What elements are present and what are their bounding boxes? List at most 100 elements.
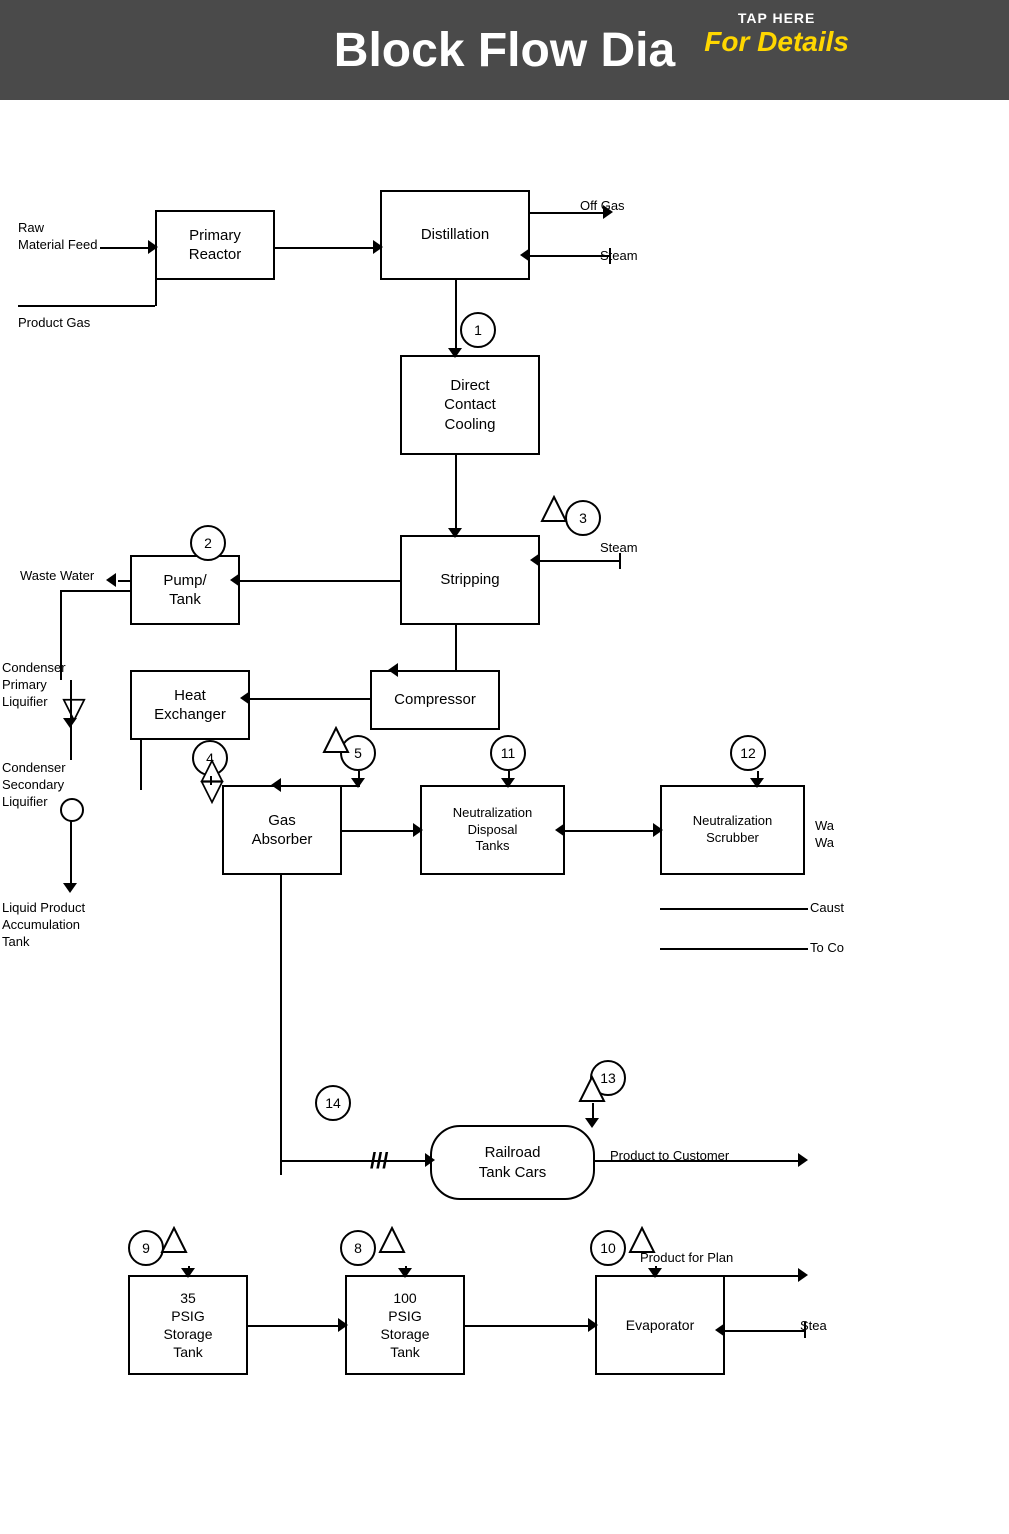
arrow-c11-to-nd bbox=[501, 778, 515, 788]
valve-circle9 bbox=[160, 1226, 188, 1259]
mixer-left-1 bbox=[60, 798, 84, 822]
line-pump-left bbox=[60, 590, 130, 592]
primary-reactor-box: PrimaryReactor bbox=[155, 210, 275, 280]
line-ga-to-nd bbox=[342, 830, 420, 832]
line-reactor-to-dist1 bbox=[275, 247, 380, 249]
line-steam3 bbox=[725, 1330, 805, 1332]
hline-c5-to-ga bbox=[282, 785, 360, 787]
hline-strip-to-comp bbox=[400, 670, 457, 672]
circle-1: 1 bbox=[460, 312, 496, 348]
arrow-c13-to-rtc bbox=[585, 1118, 599, 1128]
storage-100-box: 100PSIGStorageTank bbox=[345, 1275, 465, 1375]
arrow-c8-to-100 bbox=[398, 1268, 412, 1278]
line-35-to-100 bbox=[248, 1325, 345, 1327]
steam3-tbar bbox=[804, 1322, 806, 1338]
arrow-off-gas bbox=[603, 205, 613, 219]
arrow-c10-to-evap bbox=[648, 1268, 662, 1278]
line-steam2 bbox=[540, 560, 620, 562]
arrow-c5-to-ga bbox=[271, 778, 281, 792]
arrow-35-to-100 bbox=[338, 1318, 348, 1332]
line-ga-down bbox=[280, 875, 282, 1125]
header: Block Flow Dia TAP HERE For Details bbox=[0, 0, 1009, 100]
arrow-100-to-evap bbox=[588, 1318, 598, 1332]
product-gas-label: Product Gas bbox=[18, 315, 90, 330]
line-off-gas bbox=[530, 212, 610, 214]
arrow-rtc-to-ptc bbox=[798, 1153, 808, 1167]
steam2-tbar bbox=[619, 553, 621, 569]
pump-tank-box: Pump/Tank bbox=[130, 555, 240, 625]
line-strip-to-comp bbox=[455, 625, 457, 670]
evaporator-box: Evaporator bbox=[595, 1275, 725, 1375]
condenser-secondary-label: CondenserSecondaryLiquifier bbox=[2, 760, 66, 811]
for-details-label: For Details bbox=[704, 26, 849, 58]
arrow-dcc-to-strip bbox=[448, 528, 462, 538]
valve-circle5 bbox=[322, 726, 350, 759]
circle-11: 11 bbox=[490, 735, 526, 771]
arrow-raw-to-reactor bbox=[148, 240, 158, 254]
arrow-ns-to-nd bbox=[555, 823, 565, 837]
compressor-box: Compressor bbox=[370, 670, 500, 730]
to-co-label: To Co bbox=[810, 940, 844, 955]
arrow-steam2 bbox=[530, 553, 540, 567]
line-steam1 bbox=[530, 255, 610, 257]
liquid-product-label: Liquid ProductAccumulationTank bbox=[2, 900, 85, 951]
line-product-gas bbox=[18, 305, 155, 307]
raw-material-feed-label: RawMaterial Feed bbox=[18, 220, 97, 254]
line-strip-to-pump bbox=[240, 580, 400, 582]
caustic-label: Caust bbox=[810, 900, 844, 915]
line-rtc-to-ptc bbox=[595, 1160, 805, 1162]
line-raw-to-reactor bbox=[100, 247, 155, 249]
neutralization-disposal-box: NeutralizationDisposalTanks bbox=[420, 785, 565, 875]
valve-circle4b bbox=[200, 780, 224, 809]
condenser-primary-label: CondenserPrimaryLiquifier bbox=[2, 660, 66, 711]
line-c4-to-ga bbox=[210, 776, 212, 785]
distillation-box: Distillation bbox=[380, 190, 530, 280]
page-title: Block Flow Dia bbox=[334, 23, 675, 78]
arrow-c9-to-35 bbox=[181, 1268, 195, 1278]
arrow-14-to-rtc bbox=[425, 1153, 435, 1167]
arrow-strip-to-pump bbox=[230, 573, 240, 587]
line-dist-to-dcc bbox=[455, 280, 457, 355]
vline-product-gas bbox=[155, 280, 157, 306]
valve-stripping bbox=[540, 495, 568, 528]
arrow-reactor-to-dist bbox=[373, 240, 383, 254]
arrow-steam1 bbox=[520, 248, 530, 262]
line-14-to-rtc bbox=[280, 1160, 432, 1162]
tap-here-container[interactable]: TAP HERE For Details bbox=[704, 10, 849, 58]
arrow-ga-to-nd bbox=[413, 823, 423, 837]
storage-35-box: 35PSIGStorageTank bbox=[128, 1275, 248, 1375]
diagram: PrimaryReactor Distillation DirectContac… bbox=[0, 100, 1009, 1534]
circle-14: 14 bbox=[315, 1085, 351, 1121]
circle-9: 9 bbox=[128, 1230, 164, 1266]
waste-water2-label: WaWa bbox=[815, 818, 834, 852]
arrow-strip-to-comp bbox=[388, 663, 398, 677]
arrow-c12-to-ns bbox=[750, 778, 764, 788]
valve-circle8 bbox=[378, 1226, 406, 1259]
direct-contact-cooling-box: DirectContactCooling bbox=[400, 355, 540, 455]
arrow-dist-to-dcc bbox=[448, 348, 462, 358]
line-pump-to-hx-vert bbox=[60, 590, 62, 680]
stripping-box: Stripping bbox=[400, 535, 540, 625]
line-comp-to-hx bbox=[250, 698, 370, 700]
arrow-evap-to-pfp bbox=[798, 1268, 808, 1282]
line-left-down bbox=[280, 1100, 282, 1175]
circle-8: 8 bbox=[340, 1230, 376, 1266]
line-100-to-evap bbox=[465, 1325, 595, 1327]
line-caustic bbox=[660, 908, 808, 910]
arrow-nd-to-ns bbox=[653, 823, 663, 837]
gas-absorber-box: GasAbsorber bbox=[222, 785, 342, 875]
arrow-steam3 bbox=[715, 1323, 725, 1337]
tap-here-label: TAP HERE bbox=[704, 10, 849, 26]
heat-exchanger-box: HeatExchanger bbox=[130, 670, 250, 740]
line-nd-to-ns1 bbox=[565, 830, 660, 832]
line-cond-pri bbox=[70, 680, 72, 760]
circle-10: 10 bbox=[590, 1230, 626, 1266]
line-hx-down bbox=[140, 740, 142, 790]
railroad-tank-cars-box: RailroadTank Cars bbox=[430, 1125, 595, 1200]
line-to-co bbox=[660, 948, 808, 950]
line-evap-to-pfp bbox=[725, 1275, 805, 1277]
arrow-cond-sec-down bbox=[63, 883, 77, 893]
waste-water-label: Waste Water bbox=[20, 568, 94, 583]
line-waste-water bbox=[118, 580, 130, 582]
circle-2: 2 bbox=[190, 525, 226, 561]
